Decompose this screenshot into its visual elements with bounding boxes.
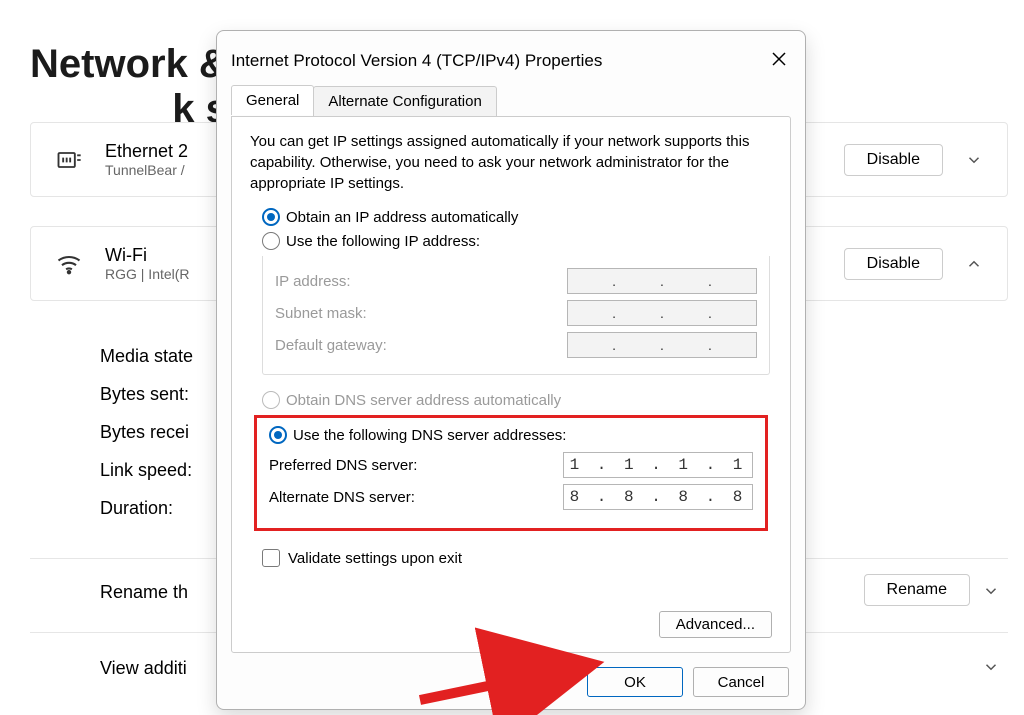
stat-link-speed: Link speed: — [100, 460, 192, 481]
rename-button[interactable]: Rename — [864, 574, 970, 606]
dialog-title: Internet Protocol Version 4 (TCP/IPv4) P… — [231, 51, 602, 71]
view-additional-label: View additi — [100, 658, 187, 679]
alternate-dns-input[interactable]: 8 . 8 . 8 . 8 — [563, 484, 753, 510]
subnet-input: ... — [567, 300, 757, 326]
radio-dns-auto-label: Obtain DNS server address automatically — [286, 392, 561, 409]
cancel-button[interactable]: Cancel — [693, 667, 789, 697]
tab-general[interactable]: General — [231, 85, 314, 115]
ip-manual-group: IP address: ... Subnet mask: ... Default… — [262, 256, 770, 375]
preferred-dns-label: Preferred DNS server: — [269, 457, 417, 474]
chevron-down-icon — [982, 582, 1000, 600]
chevron-down-icon — [965, 151, 983, 169]
stat-duration: Duration: — [100, 498, 173, 519]
radio-dns-manual-label: Use the following DNS server addresses: — [293, 427, 566, 444]
alternate-dns-label: Alternate DNS server: — [269, 489, 415, 506]
radio-ip-manual-label: Use the following IP address: — [286, 233, 480, 250]
validate-checkbox[interactable]: Validate settings upon exit — [262, 549, 772, 567]
stat-bytes-sent: Bytes sent: — [100, 384, 189, 405]
close-icon[interactable] — [765, 45, 793, 73]
radio-dns-auto[interactable]: Obtain DNS server address automatically — [262, 391, 772, 409]
ethernet-disable-button[interactable]: Disable — [844, 144, 943, 176]
annotation-arrow — [415, 650, 605, 715]
validate-label: Validate settings upon exit — [288, 550, 462, 567]
dns-manual-highlight: Use the following DNS server addresses: … — [254, 415, 768, 531]
advanced-button[interactable]: Advanced... — [659, 611, 772, 638]
radio-dns-manual[interactable]: Use the following DNS server addresses: — [269, 426, 753, 444]
dialog-description: You can get IP settings assigned automat… — [250, 131, 772, 194]
stat-media-state: Media state — [100, 346, 193, 367]
ipv4-properties-dialog: Internet Protocol Version 4 (TCP/IPv4) P… — [216, 30, 806, 710]
ethernet-icon — [55, 146, 83, 174]
tab-alternate[interactable]: Alternate Configuration — [313, 86, 496, 116]
subnet-label: Subnet mask: — [275, 305, 367, 322]
gateway-label: Default gateway: — [275, 337, 387, 354]
title-left: Network & — [30, 42, 239, 86]
wifi-disable-button[interactable]: Disable — [844, 248, 943, 280]
radio-ip-auto-label: Obtain an IP address automatically — [286, 209, 518, 226]
ip-address-input: ... — [567, 268, 757, 294]
radio-ip-auto[interactable]: Obtain an IP address automatically — [262, 208, 772, 226]
chevron-up-icon — [965, 255, 983, 273]
chevron-down-icon — [982, 658, 1000, 676]
tab-panel-general: You can get IP settings assigned automat… — [231, 116, 791, 653]
radio-ip-manual[interactable]: Use the following IP address: — [262, 232, 772, 250]
wifi-icon — [55, 250, 83, 278]
gateway-input: ... — [567, 332, 757, 358]
stat-bytes-recv: Bytes recei — [100, 422, 189, 443]
preferred-dns-input[interactable]: 1 . 1 . 1 . 1 — [563, 452, 753, 478]
ip-address-label: IP address: — [275, 273, 351, 290]
rename-label: Rename th — [100, 582, 188, 603]
